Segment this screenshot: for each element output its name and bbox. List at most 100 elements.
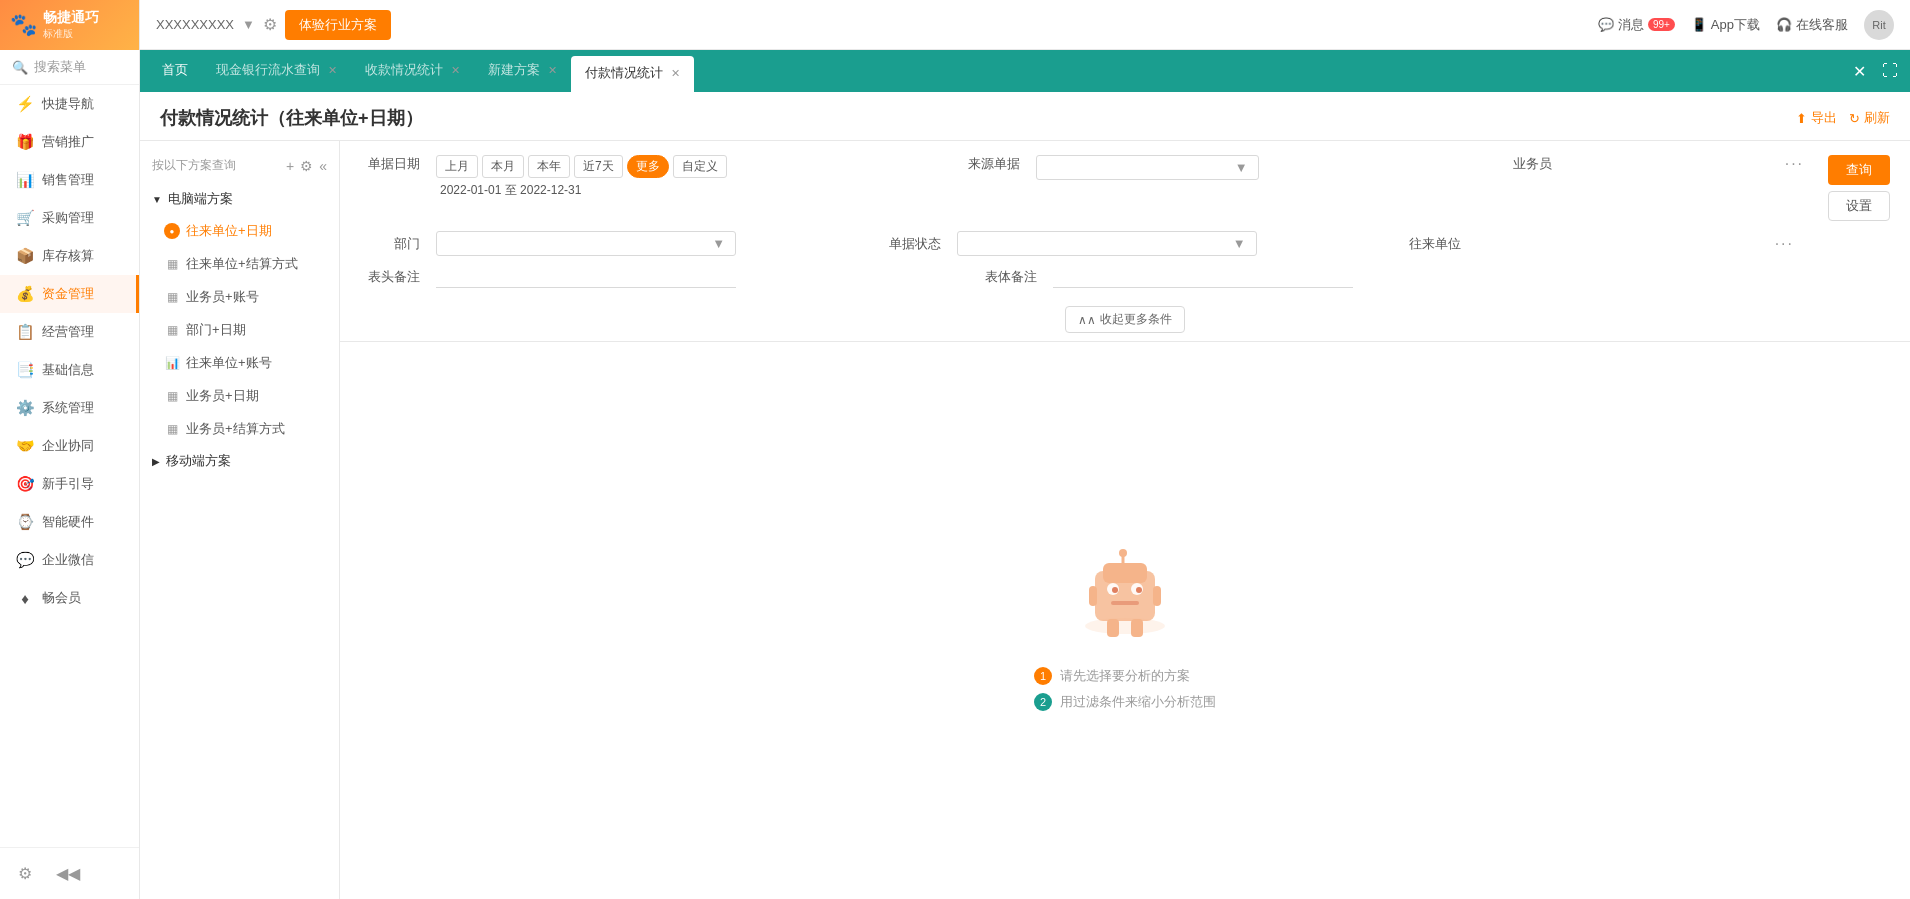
tab-receipt-stats[interactable]: 收款情况统计 ✕ <box>351 50 474 92</box>
svg-rect-11 <box>1131 619 1143 637</box>
sidebar-item-vip[interactable]: ♦ 畅会员 <box>0 579 139 617</box>
tab-bank-flow-close[interactable]: ✕ <box>328 64 337 77</box>
online-service-label: 在线客服 <box>1796 16 1848 34</box>
app-download-item[interactable]: 📱 App下载 <box>1691 16 1760 34</box>
date-btn-custom[interactable]: 自定义 <box>673 155 727 178</box>
tab-payment-stats[interactable]: 付款情况统计 ✕ <box>571 56 694 92</box>
svg-rect-2 <box>1103 563 1147 583</box>
trial-btn[interactable]: 体验行业方案 <box>285 10 391 40</box>
tab-payment-stats-label: 付款情况统计 <box>585 64 663 82</box>
system-icon: ⚙️ <box>16 399 34 417</box>
sidebar-item-operations[interactable]: 📋 经营管理 <box>0 313 139 351</box>
sidebar-item-label: 库存核算 <box>42 247 94 265</box>
date-range: 2022-01-01 至 2022-12-31 <box>440 182 727 199</box>
scheme-employee-settle[interactable]: ▦ 业务员+结算方式 <box>152 413 335 445</box>
source-doc-label: 来源单据 <box>960 155 1020 173</box>
basic-info-icon: 📑 <box>16 361 34 379</box>
left-panel-settings-btn[interactable]: ⚙ <box>300 158 313 174</box>
table-header-note-input[interactable] <box>436 266 736 288</box>
source-doc-arrow-icon: ▼ <box>1235 160 1248 175</box>
sidebar-item-marketing[interactable]: 🎁 营销推广 <box>0 123 139 161</box>
date-btn-more[interactable]: 更多 <box>627 155 669 178</box>
svg-point-6 <box>1136 587 1142 593</box>
sidebar-collapse-btn[interactable]: ◀◀ <box>48 858 88 889</box>
date-label: 单据日期 <box>360 155 420 173</box>
scheme-unit-account-icon: 📊 <box>164 355 180 371</box>
refresh-btn[interactable]: ↻ 刷新 <box>1849 109 1890 127</box>
sidebar-item-capital[interactable]: 💰 资金管理 <box>0 275 139 313</box>
topbar-right: 💬 消息 99+ 📱 App下载 🎧 在线客服 Rit <box>1598 10 1894 40</box>
user-avatar[interactable]: Rit <box>1864 10 1894 40</box>
sidebar-settings-btn[interactable]: ⚙ <box>10 858 40 889</box>
search-icon: 🔍 <box>12 60 28 75</box>
tabs-close-all-btn[interactable]: ✕ <box>1849 62 1870 81</box>
company-name: XXXXXXXXX <box>156 17 234 32</box>
sales-icon: 📊 <box>16 171 34 189</box>
scheme-dept-date-icon: ▦ <box>164 322 180 338</box>
tab-new-plan-close[interactable]: ✕ <box>548 64 557 77</box>
logo-icon: 🐾 <box>10 12 37 38</box>
topbar-settings-icon[interactable]: ⚙ <box>263 15 277 34</box>
sidebar-item-wechat[interactable]: 💬 企业微信 <box>0 541 139 579</box>
sidebar-item-label: 系统管理 <box>42 399 94 417</box>
date-btn-this-year[interactable]: 本年 <box>528 155 570 178</box>
sidebar-item-label: 基础信息 <box>42 361 94 379</box>
mobile-group-label: 移动端方案 <box>166 452 231 470</box>
scheme-unit-date[interactable]: ● 往来单位+日期 <box>152 215 335 247</box>
sidebar-item-system[interactable]: ⚙️ 系统管理 <box>0 389 139 427</box>
sidebar-item-purchase[interactable]: 🛒 采购管理 <box>0 199 139 237</box>
scheme-employee-date[interactable]: ▦ 业务员+日期 <box>152 380 335 412</box>
online-service-item[interactable]: 🎧 在线客服 <box>1776 16 1848 34</box>
scheme-employee-account[interactable]: ▦ 业务员+账号 <box>152 281 335 313</box>
sidebar-item-enterprise[interactable]: 🤝 企业协同 <box>0 427 139 465</box>
message-item[interactable]: 💬 消息 99+ <box>1598 16 1675 34</box>
employee-ellipsis-btn[interactable]: ··· <box>1785 155 1804 173</box>
left-panel-collapse-btn[interactable]: « <box>319 158 327 174</box>
export-btn[interactable]: ⬆ 导出 <box>1796 109 1837 127</box>
sidebar-item-label: 智能硬件 <box>42 513 94 531</box>
tip2-num: 2 <box>1034 693 1052 711</box>
desktop-scheme-group-title[interactable]: ▼ 电脑端方案 <box>140 184 339 214</box>
left-panel-add-btn[interactable]: + <box>286 158 294 174</box>
mobile-arrow-icon: ▶ <box>152 456 160 467</box>
dept-arrow-icon: ▼ <box>712 236 725 251</box>
inventory-icon: 📦 <box>16 247 34 265</box>
collapse-more-btn[interactable]: ∧∧ 收起更多条件 <box>1065 306 1185 333</box>
tabs-expand-btn[interactable]: ⛶ <box>1878 62 1902 80</box>
settings-btn[interactable]: 设置 <box>1828 191 1890 221</box>
table-body-note-input[interactable] <box>1053 266 1353 288</box>
sidebar-item-sales[interactable]: 📊 销售管理 <box>0 161 139 199</box>
sidebar-item-smart-hw[interactable]: ⌚ 智能硬件 <box>0 503 139 541</box>
query-btn[interactable]: 查询 <box>1828 155 1890 185</box>
scheme-unit-account[interactable]: 📊 往来单位+账号 <box>152 347 335 379</box>
sidebar-item-inventory[interactable]: 📦 库存核算 <box>0 237 139 275</box>
tab-payment-stats-close[interactable]: ✕ <box>671 67 680 80</box>
unit-ellipsis-btn[interactable]: ··· <box>1775 235 1794 253</box>
message-label: 消息 <box>1618 16 1644 34</box>
mobile-scheme-group: ▶ 移动端方案 <box>140 446 339 476</box>
tab-bank-flow[interactable]: 现金银行流水查询 ✕ <box>202 50 351 92</box>
sidebar-item-basic-info[interactable]: 📑 基础信息 <box>0 351 139 389</box>
sidebar-item-quick-nav[interactable]: ⚡ 快捷导航 <box>0 85 139 123</box>
dept-select[interactable]: ▼ <box>436 231 736 256</box>
tab-home[interactable]: 首页 <box>148 50 202 92</box>
scheme-unit-date-label: 往来单位+日期 <box>186 222 272 240</box>
date-btn-last7[interactable]: 近7天 <box>574 155 623 178</box>
sidebar-item-newbie[interactable]: 🎯 新手引导 <box>0 465 139 503</box>
date-btn-this-month[interactable]: 本月 <box>482 155 524 178</box>
export-icon: ⬆ <box>1796 111 1807 126</box>
right-panel: 单据日期 上月 本月 本年 近7天 更多 自定义 2022-01-01 至 20… <box>340 141 1910 899</box>
tab-receipt-stats-close[interactable]: ✕ <box>451 64 460 77</box>
sidebar-search[interactable]: 🔍 搜索菜单 <box>0 50 139 85</box>
scheme-dept-date[interactable]: ▦ 部门+日期 <box>152 314 335 346</box>
scheme-unit-account-label: 往来单位+账号 <box>186 354 272 372</box>
sidebar-item-label: 营销推广 <box>42 133 94 151</box>
date-btn-last-month[interactable]: 上月 <box>436 155 478 178</box>
tab-new-plan[interactable]: 新建方案 ✕ <box>474 50 571 92</box>
mobile-scheme-group-title[interactable]: ▶ 移动端方案 <box>140 446 339 476</box>
collapse-arrow-icon: ∧∧ <box>1078 313 1096 327</box>
doc-status-select[interactable]: ▼ <box>957 231 1257 256</box>
scheme-unit-settle[interactable]: ▦ 往来单位+结算方式 <box>152 248 335 280</box>
sidebar-item-label: 新手引导 <box>42 475 94 493</box>
source-doc-select[interactable]: ▼ <box>1036 155 1259 180</box>
